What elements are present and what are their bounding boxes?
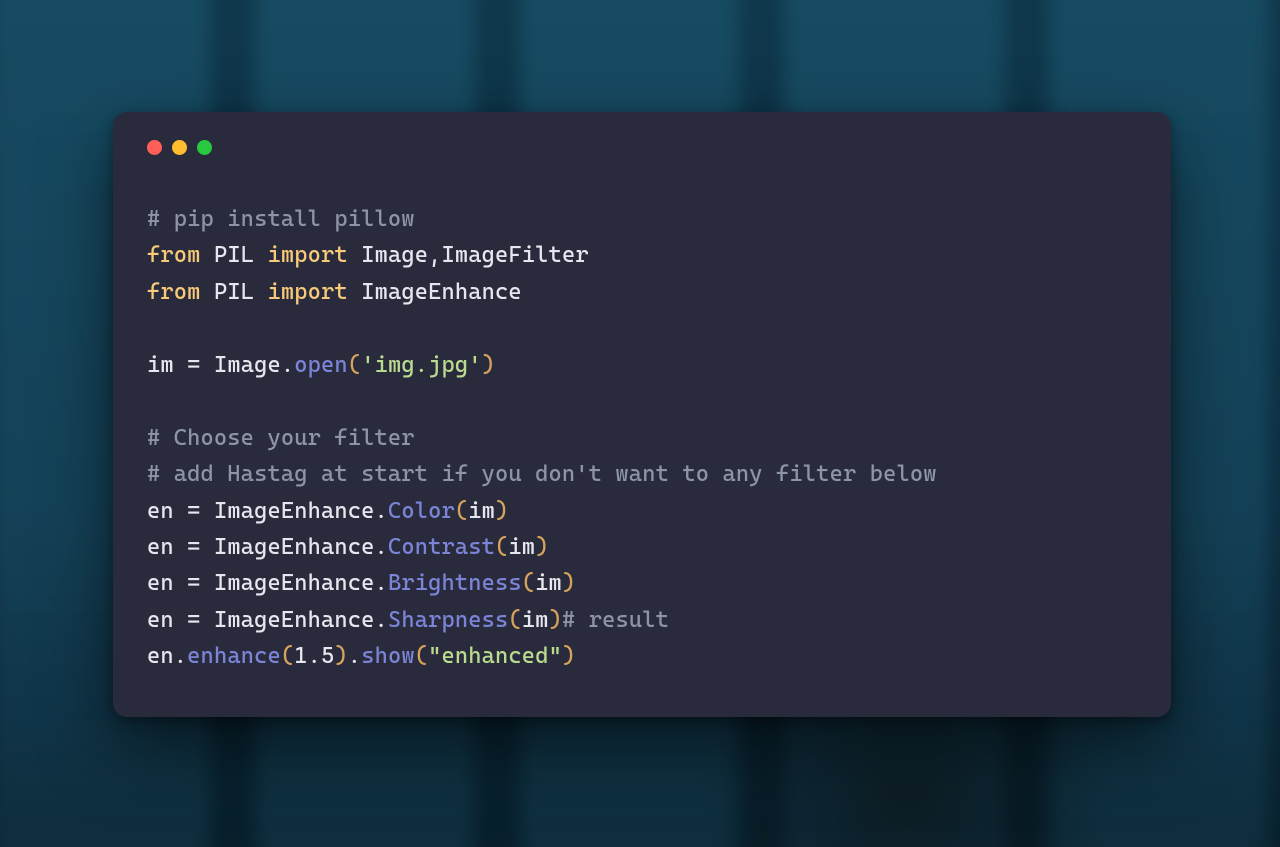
code-line: en = ImageEnhance.Sharpness(im)# result (147, 607, 669, 633)
window-controls (141, 136, 1143, 155)
zoom-icon[interactable] (197, 140, 212, 155)
code-line: en = ImageEnhance.Color(im) (147, 498, 508, 524)
code-line: from PIL import ImageEnhance (147, 279, 522, 305)
code-line: en = ImageEnhance.Brightness(im) (147, 570, 575, 596)
code-line: # add Hastag at start if you don't want … (147, 461, 937, 487)
code-line: en.enhance(1.5).show("enhanced") (147, 643, 575, 669)
code-line: # pip install pillow (147, 206, 415, 232)
code-line: # Choose your filter (147, 425, 415, 451)
code-window: # pip install pillow from PIL import Ima… (113, 112, 1171, 717)
code-line: en = ImageEnhance.Contrast(im) (147, 534, 549, 560)
code-line: from PIL import Image,ImageFilter (147, 242, 589, 268)
close-icon[interactable] (147, 140, 162, 155)
code-line: im = Image.open('img.jpg') (147, 352, 495, 378)
minimize-icon[interactable] (172, 140, 187, 155)
code-editor[interactable]: # pip install pillow from PIL import Ima… (141, 201, 1143, 675)
